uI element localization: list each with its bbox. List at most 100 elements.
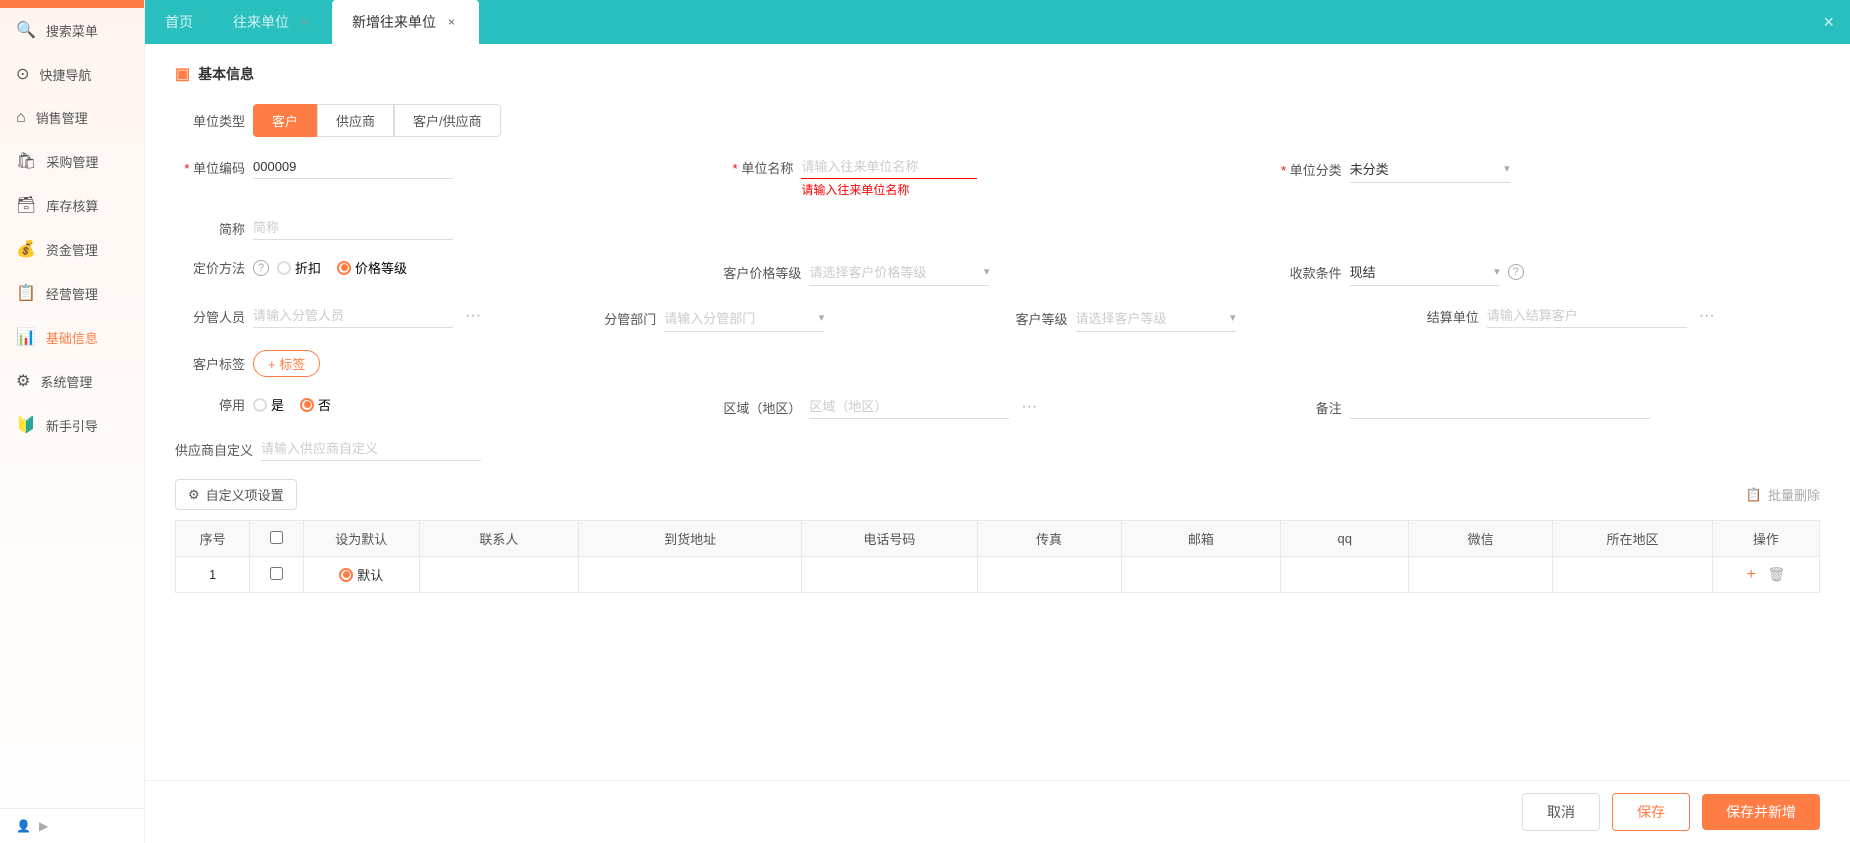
pricing-row: 定价方法 ? 折扣 价格等级 客户价格等级 请选择客户价格等级 [175,258,1820,286]
row-contact [419,557,579,593]
phone-input[interactable] [844,567,934,582]
custom-settings-button[interactable]: ⚙ 自定义项设置 [175,479,297,510]
row-checkbox[interactable] [270,567,283,580]
col-checkbox [250,521,304,557]
settlement-more-btn[interactable]: ··· [1695,307,1719,325]
region-more-btn[interactable]: ··· [1017,398,1041,416]
unit-type-row: 单位类型 客户 供应商 客户/供应商 [175,104,1820,137]
pricing-help-icon[interactable]: ? [253,260,269,276]
supplier-custom-row: 供应商自定义 [175,437,1820,461]
tag-field: 客户标签 + 标签 [175,350,1820,377]
tab-bar: 首页 往来单位 × 新增往来单位 × × [145,0,1850,44]
save-new-button[interactable]: 保存并新增 [1702,794,1820,830]
customer-price-level-placeholder: 请选择客户价格等级 [809,262,926,281]
remark-field: 备注 [1272,395,1820,419]
customer-level-field: 客户等级 请选择客户等级 ▾ [998,304,1409,332]
sidebar-item-operations[interactable]: 📋 经营管理 [0,271,144,315]
main-close-button[interactable]: × [1807,0,1850,44]
user-icon: 👤 [16,819,31,833]
default-radio-item[interactable]: 默认 [314,565,408,584]
add-tag-btn[interactable]: + 标签 [253,350,320,377]
default-label: 默认 [357,565,383,584]
sidebar-item-basic[interactable]: 📊 基础信息 [0,315,144,359]
save-button[interactable]: 保存 [1612,793,1690,831]
row-fax [977,557,1121,593]
pricing-level-radio[interactable]: 价格等级 [337,258,407,277]
default-radio-circle [339,568,353,582]
payment-terms-select[interactable]: 现结 ▾ [1350,258,1500,286]
yes-radio-circle [253,398,267,412]
guide-icon: 🔰 [16,415,36,435]
sidebar-item-label: 系统管理 [40,372,92,391]
payment-help-icon[interactable]: ? [1508,264,1524,280]
email-input[interactable] [1161,567,1241,582]
section-header: ▣ 基本信息 [175,64,1820,84]
disabled-row: 停用 是 否 区域（地区） ··· 备注 [175,395,1820,419]
tab-partners-close[interactable]: × [297,13,312,31]
qq-input[interactable] [1315,567,1375,582]
unit-name-input[interactable] [801,155,977,179]
unit-type-supplier-btn[interactable]: 供应商 [317,104,394,137]
tab-partners[interactable]: 往来单位 × [213,0,332,44]
short-name-input[interactable] [253,216,453,240]
sidebar-item-search[interactable]: 🔍 搜索菜单 [0,8,144,52]
batch-delete-button[interactable]: 📋 批量删除 [1746,485,1820,504]
unit-category-value: 未分类 [1350,159,1389,178]
unit-type-customer-btn[interactable]: 客户 [253,104,317,137]
disabled-no-radio[interactable]: 否 [300,395,331,414]
sidebar-item-label: 经营管理 [46,284,98,303]
unit-name-field: 单位名称 请输入往来单位名称 [723,155,1271,198]
dept-label: 分管部门 [586,309,656,328]
sidebar-item-system[interactable]: ⚙ 系统管理 [0,359,144,403]
select-all-checkbox[interactable] [270,531,283,544]
col-default: 设为默认 [304,521,419,557]
pricing-radio-group: 折扣 价格等级 [277,258,407,277]
row-address [579,557,802,593]
contact-input[interactable] [459,567,539,582]
sidebar-item-guide[interactable]: 🔰 新手引导 [0,403,144,447]
wechat-input[interactable] [1446,567,1516,582]
section-icon: ▣ [175,64,190,84]
row-del-btn[interactable]: 🗑 [1764,566,1790,583]
sidebar-item-label: 搜索菜单 [46,21,98,40]
payment-terms-field: 收款条件 现结 ▾ ? [1272,258,1820,286]
row-default: 默认 [304,557,419,593]
row-qq [1281,557,1409,593]
region-input[interactable] [809,395,1009,419]
tab-home[interactable]: 首页 [145,0,213,44]
sidebar-item-inventory[interactable]: 🗃 库存核算 [0,183,144,227]
tab-new-partner-close[interactable]: × [444,13,459,31]
table-row: 1 默认 [176,557,1820,593]
address-input[interactable] [630,567,750,582]
remark-input[interactable] [1350,395,1650,419]
customer-price-level-select[interactable]: 请选择客户价格等级 ▾ [809,258,989,286]
supplier-custom-input[interactable] [261,437,481,461]
unit-type-both-btn[interactable]: 客户/供应商 [394,104,501,137]
settlement-unit-input[interactable] [1487,304,1687,328]
unit-category-select[interactable]: 未分类 ▾ [1350,155,1510,183]
bag-icon: 🛍 [16,151,36,171]
disabled-yes-radio[interactable]: 是 [253,395,284,414]
pricing-discount-radio[interactable]: 折扣 [277,258,321,277]
location-input[interactable] [1592,567,1672,582]
customer-level-select[interactable]: 请选择客户等级 ▾ [1076,304,1236,332]
manager-more-btn[interactable]: ··· [461,307,485,325]
dept-select[interactable]: 请输入分管部门 ▾ [664,304,824,332]
search-icon: 🔍 [16,20,36,40]
fax-input[interactable] [1014,567,1084,582]
row-add-btn[interactable]: + [1743,566,1760,584]
tab-new-partner[interactable]: 新增往来单位 × [332,0,479,44]
unit-code-input[interactable] [253,155,453,179]
manager-label: 分管人员 [175,307,245,326]
tab-partners-label: 往来单位 [233,12,289,32]
table-header-row: 序号 设为默认 联系人 到货地址 电话号码 传真 邮箱 qq 微信 所在地区 操… [176,521,1820,557]
custom-settings-bar: ⚙ 自定义项设置 📋 批量删除 [175,479,1820,510]
chevron-down-icon3: ▾ [1494,265,1500,278]
col-qq: qq [1281,521,1409,557]
sidebar-item-shortcut[interactable]: ⊙ 快捷导航 [0,52,144,96]
manager-input[interactable] [253,304,453,328]
sidebar-item-purchase[interactable]: 🛍 采购管理 [0,139,144,183]
cancel-button[interactable]: 取消 [1522,793,1600,831]
sidebar-item-finance[interactable]: 💰 资金管理 [0,227,144,271]
sidebar-item-sales[interactable]: ⌂ 销售管理 [0,96,144,139]
